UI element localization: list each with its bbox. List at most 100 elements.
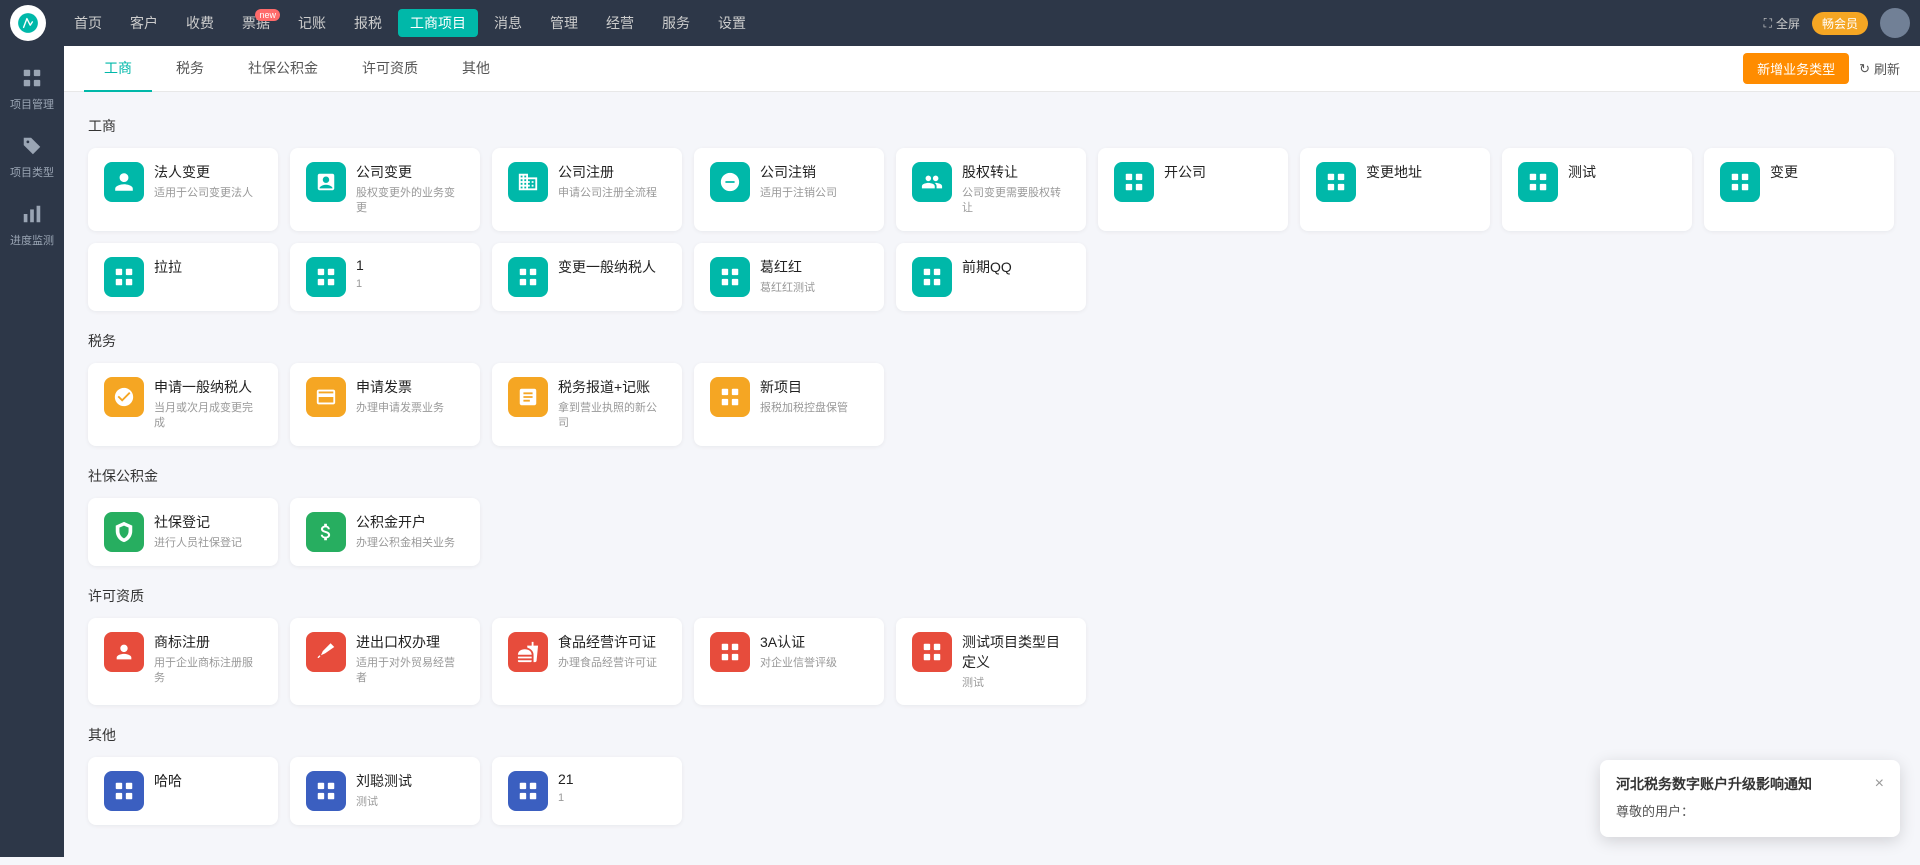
card-liucong[interactable]: 刘聪测试 测试 bbox=[290, 757, 480, 825]
card-gszhu[interactable]: 公司注册 申请公司注册全流程 bbox=[492, 148, 682, 231]
tab-shuiwu[interactable]: 税务 bbox=[156, 46, 224, 92]
shuiwu-cards: 申请一般纳税人 当月或次月成变更完成 申请发票 办理申请发票业务 税务报 bbox=[88, 363, 1896, 446]
card-kaigongsi[interactable]: 开公司 bbox=[1098, 148, 1288, 231]
logo[interactable] bbox=[10, 5, 46, 41]
card-shenqing-nashuiren[interactable]: 申请一般纳税人 当月或次月成变更完成 bbox=[88, 363, 278, 446]
new-type-button[interactable]: 新增业务类型 bbox=[1743, 53, 1849, 84]
card-guquan[interactable]: 股权转让 公司变更需要股权转让 bbox=[896, 148, 1086, 231]
card-xinxiangmu[interactable]: 新项目 报税加税控盘保管 bbox=[694, 363, 884, 446]
card-icon-shenqing-fapiao bbox=[306, 377, 346, 417]
card-text-shenqing-nashuiren: 申请一般纳税人 当月或次月成变更完成 bbox=[154, 377, 262, 432]
sidebar-item-project-manage[interactable]: 项目管理 bbox=[0, 54, 64, 122]
card-icon-gszuxiao bbox=[710, 162, 750, 202]
nav-client[interactable]: 客户 bbox=[118, 9, 170, 37]
gongshang-cards: 法人变更 适用于公司变更法人 公司变更 股权变更外的业务变更 公司注册 bbox=[88, 148, 1896, 311]
notif-header: 河北税务数字账户升级影响通知 × bbox=[1616, 774, 1884, 794]
nav-service[interactable]: 服务 bbox=[650, 9, 702, 37]
refresh-icon: ↻ bbox=[1859, 61, 1870, 77]
card-21[interactable]: 21 1 bbox=[492, 757, 682, 825]
card-text-xinxiangmu: 新项目 报税加税控盘保管 bbox=[760, 377, 868, 416]
tab-shebao[interactable]: 社保公积金 bbox=[228, 46, 338, 92]
card-text-shuiwu-baodao: 税务报道+记账 拿到营业执照的新公司 bbox=[558, 377, 666, 432]
notif-content: 尊敬的用户： bbox=[1616, 802, 1884, 823]
avatar[interactable] bbox=[1880, 8, 1910, 38]
tab-actions: 新增业务类型 ↻ 刷新 bbox=[1743, 53, 1900, 84]
card-icon-lala bbox=[104, 257, 144, 297]
card-lala[interactable]: 拉拉 bbox=[88, 243, 278, 311]
card-text-shenqing-fapiao: 申请发票 办理申请发票业务 bbox=[356, 377, 464, 416]
card-text-21: 21 1 bbox=[558, 771, 666, 806]
sidebar: 项目管理 项目类型 进度监测 bbox=[0, 46, 64, 857]
card-text-biangeng: 变更 bbox=[1770, 162, 1878, 186]
card-3a[interactable]: 3A认证 对企业信誉评级 bbox=[694, 618, 884, 705]
card-icon-one bbox=[306, 257, 346, 297]
fullscreen-icon: ⛶ bbox=[1764, 16, 1772, 31]
nav-tax[interactable]: 报税 bbox=[342, 9, 394, 37]
card-haha[interactable]: 哈哈 bbox=[88, 757, 278, 825]
tab-gongshang[interactable]: 工商 bbox=[84, 46, 152, 92]
nav-operate[interactable]: 经营 bbox=[594, 9, 646, 37]
card-fazren[interactable]: 法人变更 适用于公司变更法人 bbox=[88, 148, 278, 231]
card-shuiwu-baodao[interactable]: 税务报道+记账 拿到营业执照的新公司 bbox=[492, 363, 682, 446]
card-text-biangengdizhi: 变更地址 bbox=[1366, 162, 1474, 186]
grid-icon bbox=[18, 64, 46, 92]
card-icon-jinchuko bbox=[306, 632, 346, 672]
card-icon-shangbiao bbox=[104, 632, 144, 672]
card-icon-shenqing-nashuiren bbox=[104, 377, 144, 417]
nav-manage[interactable]: 管理 bbox=[538, 9, 590, 37]
card-biangeng-nashuiren[interactable]: 变更一般纳税人 bbox=[492, 243, 682, 311]
card-ceshi-xuke[interactable]: 测试项目类型目定义 测试 bbox=[896, 618, 1086, 705]
card-gongjijin-kaihu[interactable]: 公积金开户 办理公积金相关业务 bbox=[290, 498, 480, 566]
card-icon-gehonghong bbox=[710, 257, 750, 297]
card-text-ceshi: 测试 bbox=[1568, 162, 1676, 186]
sidebar-item-project-type[interactable]: 项目类型 bbox=[0, 122, 64, 190]
card-shangbiao[interactable]: 商标注册 用于企业商标注册服务 bbox=[88, 618, 278, 705]
card-biangeng[interactable]: 变更 bbox=[1704, 148, 1894, 231]
card-gszuxiao[interactable]: 公司注销 适用于注销公司 bbox=[694, 148, 884, 231]
nav-ticket[interactable]: 票据 new bbox=[230, 9, 282, 37]
vip-button[interactable]: 畅会员 bbox=[1812, 12, 1868, 35]
card-shipin-xuke[interactable]: 食品经营许可证 办理食品经营许可证 bbox=[492, 618, 682, 705]
nav-accounting[interactable]: 记账 bbox=[286, 9, 338, 37]
card-gsbiangeng[interactable]: 公司变更 股权变更外的业务变更 bbox=[290, 148, 480, 231]
sidebar-item-progress[interactable]: 进度监测 bbox=[0, 190, 64, 258]
card-qianqi[interactable]: 前期QQ bbox=[896, 243, 1086, 311]
card-icon-haha bbox=[104, 771, 144, 811]
card-jinchuko[interactable]: 进出口权办理 适用于对外贸易经营者 bbox=[290, 618, 480, 705]
card-shenqing-fapiao[interactable]: 申请发票 办理申请发票业务 bbox=[290, 363, 480, 446]
shebao-cards: 社保登记 进行人员社保登记 公积金开户 办理公积金相关业务 bbox=[88, 498, 1896, 566]
ticket-badge: new bbox=[255, 9, 280, 21]
card-biangengdizhi[interactable]: 变更地址 bbox=[1300, 148, 1490, 231]
nav-message[interactable]: 消息 bbox=[482, 9, 534, 37]
notif-close-button[interactable]: × bbox=[1875, 775, 1884, 793]
card-shebao-dengji[interactable]: 社保登记 进行人员社保登记 bbox=[88, 498, 278, 566]
refresh-button[interactable]: ↻ 刷新 bbox=[1859, 59, 1900, 78]
section-title-shebao: 社保公积金 bbox=[88, 466, 1896, 486]
card-icon-biangeng bbox=[1720, 162, 1760, 202]
card-icon-biangeng-nashuiren bbox=[508, 257, 548, 297]
card-ceshi[interactable]: 测试 bbox=[1502, 148, 1692, 231]
card-one[interactable]: 1 1 bbox=[290, 243, 480, 311]
card-gehonghong[interactable]: 葛红红 葛红红测试 bbox=[694, 243, 884, 311]
tab-qita[interactable]: 其他 bbox=[442, 46, 510, 92]
nav-fee[interactable]: 收费 bbox=[174, 9, 226, 37]
card-text-haha: 哈哈 bbox=[154, 771, 262, 795]
sidebar-label-project-type: 项目类型 bbox=[10, 164, 54, 180]
tag-icon bbox=[18, 132, 46, 160]
card-text-shipin-xuke: 食品经营许可证 办理食品经营许可证 bbox=[558, 632, 666, 671]
card-icon-shebao-dengji bbox=[104, 512, 144, 552]
card-text-fazren: 法人变更 适用于公司变更法人 bbox=[154, 162, 262, 201]
card-icon-shipin-xuke bbox=[508, 632, 548, 672]
nav-settings[interactable]: 设置 bbox=[706, 9, 758, 37]
nav-gongshang[interactable]: 工商项目 bbox=[398, 9, 478, 37]
card-icon-gsbiangeng bbox=[306, 162, 346, 202]
top-navigation: 首页 客户 收费 票据 new 记账 报税 工商项目 消息 管理 经营 服务 设… bbox=[0, 0, 1920, 46]
nav-right: ⛶ 全屏 畅会员 bbox=[1764, 8, 1910, 38]
card-text-gongjijin-kaihu: 公积金开户 办理公积金相关业务 bbox=[356, 512, 464, 551]
section-title-xuke: 许可资质 bbox=[88, 586, 1896, 606]
card-text-gehonghong: 葛红红 葛红红测试 bbox=[760, 257, 868, 296]
nav-home[interactable]: 首页 bbox=[62, 9, 114, 37]
tab-xuke[interactable]: 许可资质 bbox=[342, 46, 438, 92]
fullscreen-btn[interactable]: ⛶ 全屏 bbox=[1764, 15, 1800, 32]
card-icon-fazren bbox=[104, 162, 144, 202]
